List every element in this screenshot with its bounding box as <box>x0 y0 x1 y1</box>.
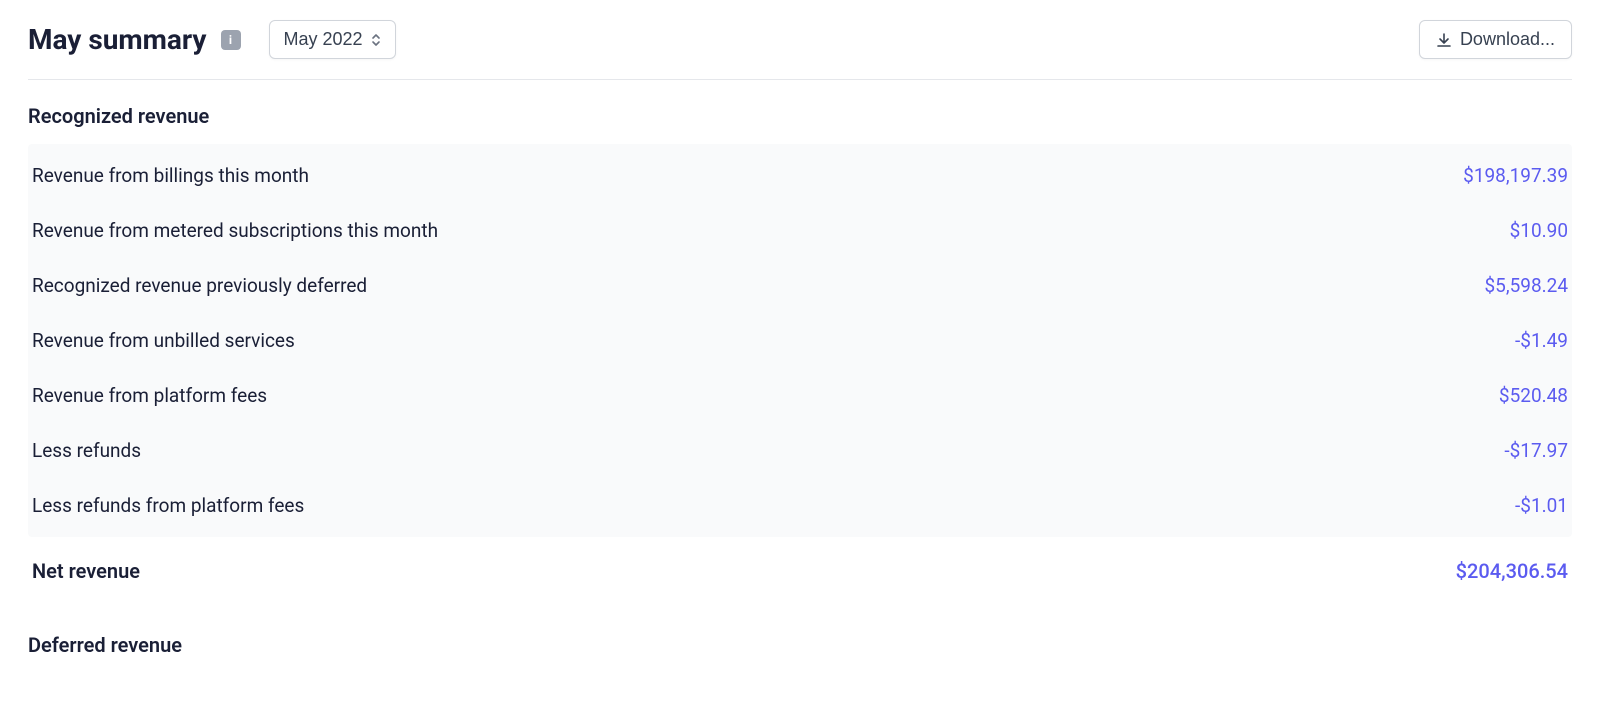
download-icon <box>1436 32 1452 48</box>
revenue-label: Less refunds <box>32 439 141 462</box>
download-button[interactable]: Download... <box>1419 20 1572 59</box>
revenue-row: Revenue from platform fees $520.48 <box>28 368 1572 423</box>
revenue-label: Less refunds from platform fees <box>32 494 304 517</box>
page-title: May summary <box>28 23 207 56</box>
revenue-label: Recognized revenue previously deferred <box>32 274 367 297</box>
info-icon[interactable]: i <box>221 30 241 50</box>
chevron-updown-icon <box>371 33 381 47</box>
download-label: Download... <box>1460 29 1555 50</box>
header-left: May summary i May 2022 <box>28 20 396 59</box>
revenue-label: Revenue from platform fees <box>32 384 267 407</box>
month-select[interactable]: May 2022 <box>269 20 396 59</box>
revenue-label: Revenue from unbilled services <box>32 329 295 352</box>
revenue-row: Revenue from billings this month $198,19… <box>28 148 1572 203</box>
revenue-row: Revenue from metered subscriptions this … <box>28 203 1572 258</box>
net-revenue-value[interactable]: $204,306.54 <box>1456 559 1568 583</box>
revenue-row: Less refunds from platform fees -$1.01 <box>28 478 1572 533</box>
net-revenue-label: Net revenue <box>32 559 140 583</box>
month-select-label: May 2022 <box>284 29 363 50</box>
revenue-label: Revenue from metered subscriptions this … <box>32 219 438 242</box>
section-title-deferred: Deferred revenue <box>28 633 1572 657</box>
page-header: May summary i May 2022 Download... <box>28 20 1572 80</box>
revenue-value[interactable]: -$17.97 <box>1504 439 1568 462</box>
revenue-value[interactable]: $5,598.24 <box>1485 274 1569 297</box>
section-title-recognized: Recognized revenue <box>28 104 1572 128</box>
revenue-value[interactable]: $10.90 <box>1510 219 1568 242</box>
revenue-value[interactable]: -$1.01 <box>1515 494 1568 517</box>
revenue-row: Revenue from unbilled services -$1.49 <box>28 313 1572 368</box>
revenue-row: Recognized revenue previously deferred $… <box>28 258 1572 313</box>
net-revenue-row: Net revenue $204,306.54 <box>28 541 1572 601</box>
revenue-value[interactable]: $198,197.39 <box>1463 164 1568 187</box>
revenue-value[interactable]: $520.48 <box>1499 384 1568 407</box>
revenue-value[interactable]: -$1.49 <box>1515 329 1568 352</box>
recognized-revenue-box: Revenue from billings this month $198,19… <box>28 144 1572 537</box>
recognized-revenue-section: Recognized revenue Revenue from billings… <box>28 104 1572 601</box>
revenue-row: Less refunds -$17.97 <box>28 423 1572 478</box>
revenue-label: Revenue from billings this month <box>32 164 309 187</box>
deferred-revenue-section: Deferred revenue <box>28 633 1572 657</box>
